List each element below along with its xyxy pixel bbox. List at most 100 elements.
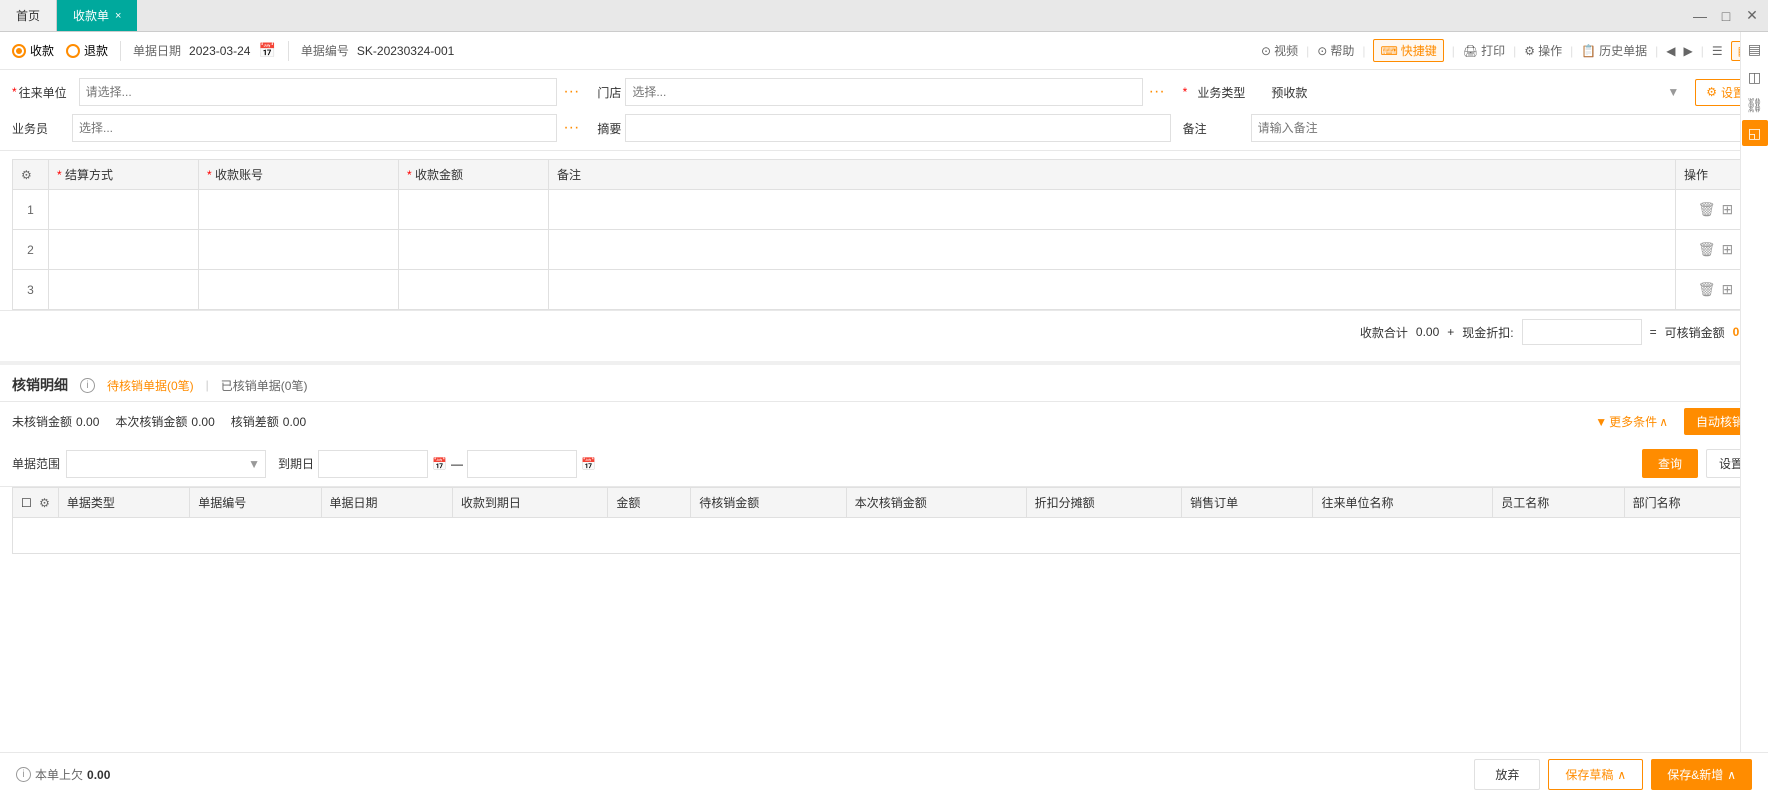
sidebar-link-icon[interactable]: ⛓ [1742,92,1768,118]
tab-receipt[interactable]: 收款单 × [57,0,137,31]
query-button[interactable]: 查询 [1642,449,1698,478]
date-from-input[interactable]: 2022-04-01 [318,450,428,478]
amount-cell-2[interactable] [399,230,549,270]
party-label: 往来单位 [19,84,79,101]
biz-label: 业务类型 [1197,84,1257,101]
total-value: 0.00 [1416,325,1439,339]
diff-label: 核销差额 [231,413,279,430]
range-select[interactable] [66,450,266,478]
tab-close-icon[interactable]: × [115,10,121,22]
writeoff-table: ☐ ⚙ 单据类型 单据编号 单据日期 收款到期日 金额 待核销金额 本次核销金额… [12,487,1756,554]
copy-row-2-btn[interactable]: ⊞ [1722,241,1734,258]
tab-home[interactable]: 首页 [0,0,57,31]
abandon-button[interactable]: 放弃 [1474,759,1540,790]
more-conditions-btn[interactable]: ▼ 更多条件 ∧ [1595,413,1668,430]
summary-input[interactable] [625,114,1170,142]
calendar-to-icon[interactable]: 📅 [581,457,596,471]
radio-receipt[interactable]: 收款 [12,42,54,59]
divider-2 [288,41,289,61]
filter-icon: ▼ [1595,415,1607,429]
settlement-cell-2[interactable] [49,230,199,270]
notes-cell-2[interactable] [549,230,1676,270]
settlement-cell-3[interactable] [49,270,199,310]
footer-order-label: 本单上欠 [35,766,83,783]
list-view-btn[interactable]: ☰ [1712,44,1723,58]
radio-refund[interactable]: 退款 [66,42,108,59]
account-cell-3[interactable] [199,270,399,310]
tab-separator: | [206,378,209,392]
video-action[interactable]: ⊙ 视频 [1261,42,1298,59]
window-maximize-btn[interactable]: □ [1714,4,1738,28]
notes-input[interactable] [1251,114,1756,142]
copy-row-1-btn[interactable]: ⊞ [1722,201,1734,218]
bottom-gear-header[interactable]: ☐ ⚙ [13,488,59,518]
settlement-cell-1[interactable] [49,190,199,230]
footer-order-value: 0.00 [87,768,110,782]
history-icon: 📋 [1581,44,1596,58]
delete-row-2-btn[interactable]: 🗑 [1698,241,1716,258]
account-cell-2[interactable] [199,230,399,270]
prev-record-btn[interactable]: ◀ [1666,44,1675,58]
date-value: 2023-03-24 [189,44,250,58]
shortcut-action[interactable]: ⌨ 快捷键 [1373,39,1443,62]
delete-row-3-btn[interactable]: 🗑 [1698,281,1716,298]
footer-info-icon[interactable]: i [16,767,31,782]
video-icon: ⊙ [1261,44,1271,58]
checkbox-all[interactable]: ☐ [21,496,32,510]
unchecked-label: 未核销金额 [12,413,72,430]
radio-refund-label: 退款 [84,42,108,59]
discount-input[interactable] [1522,319,1642,345]
notes-cell-3[interactable] [549,270,1676,310]
chevron-up-icon: ∧ [1659,415,1668,429]
history-action[interactable]: 📋 历史单据 [1581,42,1647,59]
staff-more-btn[interactable]: ··· [557,119,585,137]
bottom-table-settings-icon[interactable]: ⚙ [39,496,50,510]
amount-cell-3[interactable] [399,270,549,310]
sidebar-table-icon[interactable]: ▤ [1742,36,1768,62]
next-record-btn[interactable]: ▶ [1684,44,1693,58]
bottom-table-empty-row [13,518,1756,554]
help-icon: ⊙ [1317,44,1327,58]
notes-cell-1[interactable] [549,190,1676,230]
unchecked-value: 0.00 [76,415,99,429]
operations-action[interactable]: ⚙ 操作 [1524,42,1562,59]
draft-button[interactable]: 保存草稿 ∧ [1548,759,1643,790]
help-action[interactable]: ⊙ 帮助 [1317,42,1354,59]
pending-tab[interactable]: 待核销单据(0笔) [107,377,194,394]
account-cell-1[interactable] [199,190,399,230]
party-input[interactable] [79,78,558,106]
sidebar-expand-icon[interactable]: ◱ [1742,120,1768,146]
done-tab[interactable]: 已核销单据(0笔) [221,377,308,394]
copy-row-3-btn[interactable]: ⊞ [1722,281,1734,298]
print-action[interactable]: 🖨 打印 [1463,42,1505,59]
table-gear-header[interactable]: ⚙ [13,160,49,190]
date-to-input[interactable]: 2022-04-12 [467,450,577,478]
operations-icon: ⚙ [1524,44,1535,58]
delete-row-1-btn[interactable]: 🗑 [1698,201,1716,218]
header-party-name: 往来单位名称 [1313,488,1493,518]
header-dept-name: 部门名称 [1624,488,1755,518]
window-minimize-btn[interactable]: — [1688,4,1712,28]
sidebar-doc-icon[interactable]: ◫ [1742,64,1768,90]
staff-input[interactable] [72,114,557,142]
writeoff-info-icon[interactable]: i [80,378,95,393]
gear-icon: ⚙ [1706,85,1717,99]
store-input[interactable] [625,78,1142,106]
print-icon: 🖨 [1463,44,1478,58]
discount-label: 现金折扣: [1462,324,1513,341]
calendar-icon[interactable]: 📅 [258,42,275,59]
table-settings-icon[interactable]: ⚙ [21,168,32,182]
right-sidebar: ▤ ◫ ⛓ ◱ [1740,32,1768,752]
store-label: 门店 [597,84,625,101]
party-required: * [12,85,17,99]
store-more-btn[interactable]: ··· [1143,83,1171,101]
date-range-separator: — [451,457,463,471]
calendar-from-icon[interactable]: 📅 [432,457,447,471]
amount-cell-1[interactable] [399,190,549,230]
header-sales-order: 销售订单 [1182,488,1313,518]
party-more-btn[interactable]: ··· [557,83,585,101]
biz-value: 预收款 [1265,84,1313,101]
save-new-button[interactable]: 保存&新增 ∧ [1651,759,1752,790]
window-close-btn[interactable]: ✕ [1740,4,1764,28]
summary-row: 收款合计 0.00 + 现金折扣: = 可核销金额 0.00 [0,310,1768,353]
